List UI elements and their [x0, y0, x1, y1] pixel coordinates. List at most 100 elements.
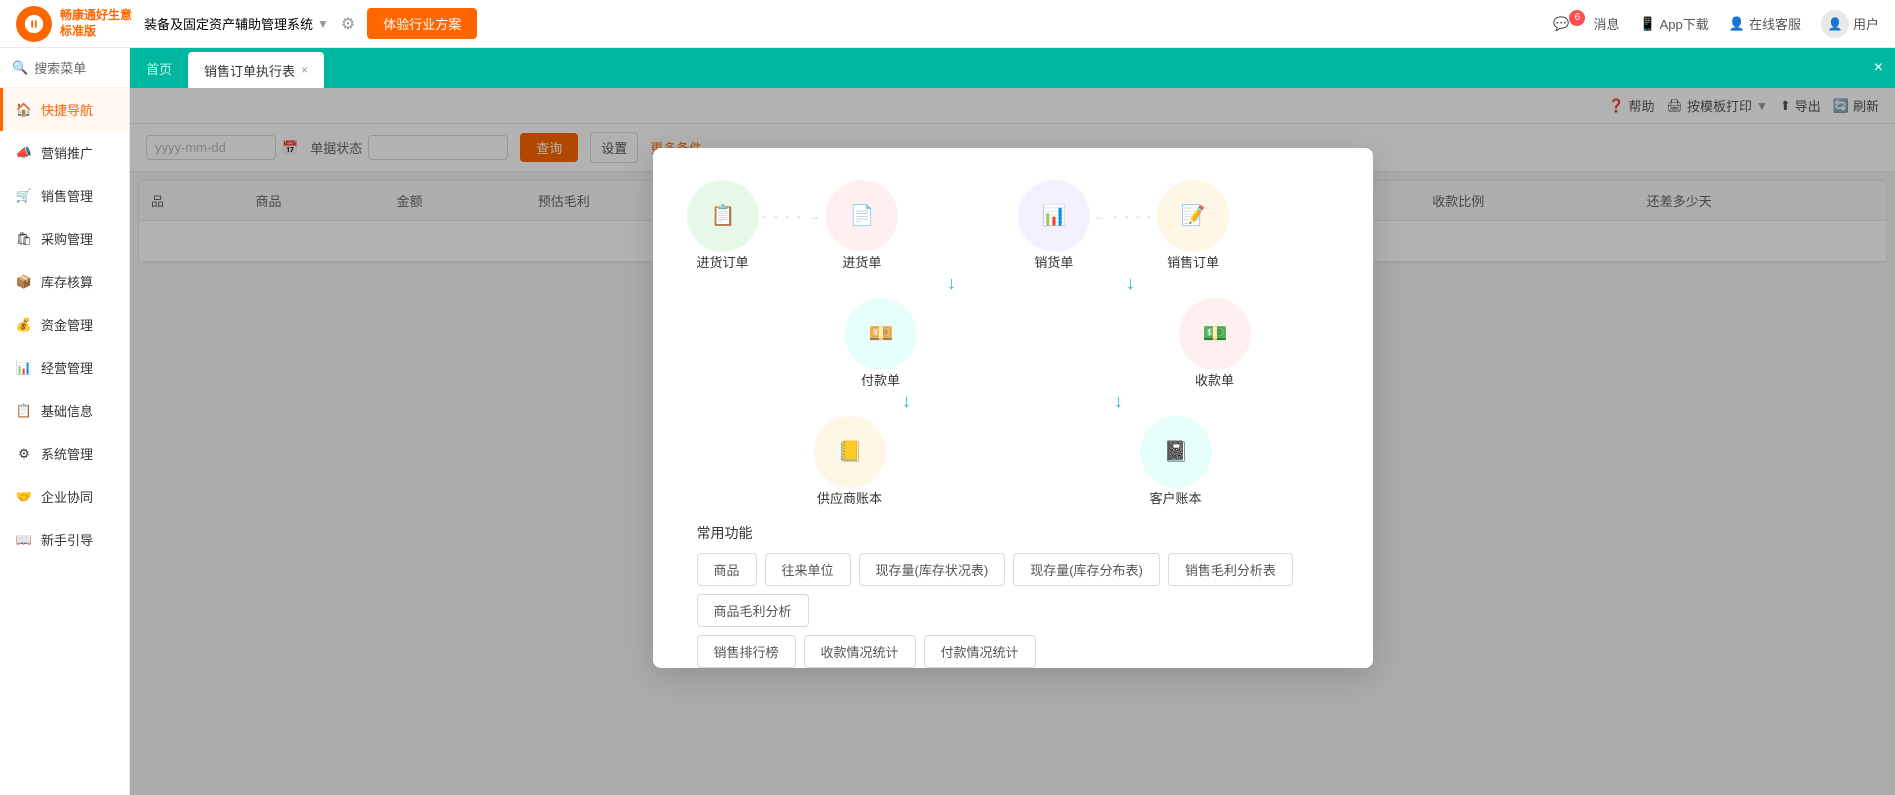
- func-btn-receipt-stats[interactable]: 收款情况统计: [804, 635, 916, 668]
- phone-icon: 📱: [1639, 16, 1655, 32]
- customer-ledger-label: 客户账本: [1149, 488, 1201, 507]
- title-dropdown-arrow: ▼: [317, 17, 329, 31]
- tab-sales-orders[interactable]: 销售订单执行表 ×: [188, 52, 324, 88]
- top-bar: 畅康通好生意 标准版 装备及固定资产辅助管理系统 ▼ ⚙ 体验行业方案 💬 6 …: [0, 0, 1895, 48]
- pb-down-arrow: ↓: [916, 273, 988, 294]
- svg-text:💵: 💵: [1202, 323, 1227, 345]
- svg-text:📊: 📊: [1041, 203, 1066, 227]
- func-buttons-row1: 商品 往来单位 现存量(库存状况表) 现存量(库存分布表) 销售毛利分析表 商品…: [697, 553, 1329, 627]
- arrow-so-sb: ← - - - -: [1094, 209, 1153, 223]
- common-func-title: 常用功能: [697, 523, 1329, 543]
- sidebar-item-operations[interactable]: 📊 经营管理: [0, 346, 129, 389]
- logo-area: 畅康通好生意 标准版: [16, 6, 132, 42]
- func-btn-stock-dist[interactable]: 现存量(库存分布表): [1013, 553, 1160, 586]
- purchase-order-node: 📋 进货订单: [687, 180, 759, 271]
- logo-text: 畅康通好生意 标准版: [60, 8, 132, 39]
- down-arrows-row2: ↓ ↓: [677, 389, 1349, 412]
- sidebar-item-marketing[interactable]: 📣 营销推广: [0, 131, 129, 174]
- sales-bill-circle[interactable]: 📊: [1018, 180, 1090, 252]
- sidebar-label-purchase: 采购管理: [41, 229, 93, 248]
- sales-bill-label: 销货单: [1034, 252, 1073, 271]
- settings-icon[interactable]: ⚙: [341, 14, 355, 34]
- svg-text:📒: 📒: [837, 440, 862, 463]
- sidebar-item-purchase[interactable]: 🛍 采购管理: [0, 217, 129, 260]
- sidebar-item-quick-nav[interactable]: 🏠 快捷导航: [0, 88, 129, 131]
- svg-text:📓: 📓: [1163, 440, 1188, 463]
- sidebar-item-guide[interactable]: 📖 新手引导: [0, 518, 129, 561]
- tab-close-icon[interactable]: ×: [301, 63, 308, 77]
- trial-button[interactable]: 体验行业方案: [367, 8, 477, 39]
- receipt-bill-circle[interactable]: 💵: [1179, 298, 1251, 370]
- func-btn-product[interactable]: 商品: [697, 553, 757, 586]
- supplier-ledger-circle[interactable]: 📒: [814, 416, 886, 488]
- func-btn-sales-margin[interactable]: 销售毛利分析表: [1168, 553, 1293, 586]
- guide-icon: 📖: [15, 531, 33, 549]
- sidebar-label-guide: 新手引导: [41, 530, 93, 549]
- tab-bar: 首页 销售订单执行表 × ×: [130, 48, 1895, 88]
- payment-bill-circle[interactable]: 💴: [845, 298, 917, 370]
- page-content: ❓ 帮助 🖨 按模板打印 ▼ ⬆ 导出 🔄 刷新: [130, 88, 1895, 795]
- sidebar-label-inventory: 库存核算: [41, 272, 93, 291]
- rec-down-arrow: ↓: [1083, 391, 1155, 412]
- func-btn-stock-status[interactable]: 现存量(库存状况表): [859, 553, 1006, 586]
- func-btn-payment-stats[interactable]: 付款情况统计: [924, 635, 1036, 668]
- sidebar-item-sales[interactable]: 🛒 销售管理: [0, 174, 129, 217]
- sidebar-item-collab[interactable]: 🤝 企业协同: [0, 475, 129, 518]
- message-label: 消息: [1593, 14, 1619, 33]
- payment-bill-label: 付款单: [861, 370, 900, 389]
- receipt-bill-label: 收款单: [1195, 370, 1234, 389]
- top-bar-right: 💬 6 消息 📱 App下载 👤 在线客服 👤 用户: [1553, 10, 1879, 38]
- supplier-ledger-node: 📒 供应商账本: [814, 416, 886, 507]
- message-icon: 💬: [1553, 16, 1569, 32]
- user-action[interactable]: 👤 用户: [1821, 10, 1879, 38]
- finance-icon: 💰: [15, 316, 33, 334]
- purchase-bill-node: 📄 进货单: [826, 180, 898, 271]
- tab-sales-orders-label: 销售订单执行表: [204, 61, 295, 80]
- sales-icon: 🛒: [15, 187, 33, 205]
- sidebar-item-finance[interactable]: 💰 资金管理: [0, 303, 129, 346]
- basic-info-icon: 📋: [15, 402, 33, 420]
- sidebar: 🔍 搜索菜单 🏠 快捷导航 📣 营销推广 🛒 销售管理 🛍 采购管理 📦: [0, 48, 130, 795]
- sidebar-item-inventory[interactable]: 📦 库存核算: [0, 260, 129, 303]
- purchase-order-circle[interactable]: 📋: [687, 180, 759, 252]
- sidebar-item-system[interactable]: ⚙ 系统管理: [0, 432, 129, 475]
- func-btn-partners[interactable]: 往来单位: [765, 553, 851, 586]
- func-btn-product-margin[interactable]: 商品毛利分析: [697, 594, 809, 627]
- message-action[interactable]: 💬 6 消息: [1553, 14, 1619, 33]
- row3: 📒 供应商账本: [677, 412, 1349, 507]
- search-menu[interactable]: 🔍 搜索菜单: [0, 48, 129, 88]
- content-area: 首页 销售订单执行表 × × ❓ 帮助 🖨 按: [130, 48, 1895, 795]
- marketing-icon: 📣: [15, 144, 33, 162]
- app-download-action[interactable]: 📱 App下载: [1639, 14, 1708, 33]
- sidebar-label-sales: 销售管理: [41, 186, 93, 205]
- purchase-bill-label: 进货单: [842, 252, 881, 271]
- user-avatar: 👤: [1821, 10, 1849, 38]
- top-bar-left: 畅康通好生意 标准版 装备及固定资产辅助管理系统 ▼ ⚙ 体验行业方案: [16, 6, 477, 42]
- svg-text:📋: 📋: [710, 203, 735, 227]
- purchase-bill-circle[interactable]: 📄: [826, 180, 898, 252]
- online-service-action[interactable]: 👤 在线客服: [1729, 14, 1801, 33]
- func-btn-sales-rank[interactable]: 销售排行榜: [697, 635, 796, 668]
- app-logo-icon: [16, 6, 52, 42]
- common-functions: 常用功能 商品 往来单位 现存量(库存状况表) 现存量(库存分布表) 销售毛利分…: [677, 523, 1349, 668]
- payment-bill-node: 💴 付款单: [845, 298, 917, 389]
- sales-order-circle[interactable]: 📝: [1157, 180, 1229, 252]
- sidebar-label-operations: 经营管理: [41, 358, 93, 377]
- supplier-ledger-label: 供应商账本: [817, 488, 882, 507]
- sidebar-label-quick-nav: 快捷导航: [41, 100, 93, 119]
- sidebar-label-basic-info: 基础信息: [41, 401, 93, 420]
- system-title: 装备及固定资产辅助管理系统: [144, 14, 313, 33]
- modal-overlay: 📋 进货订单 - - - - →: [130, 88, 1895, 795]
- customer-ledger-circle[interactable]: 📓: [1140, 416, 1212, 488]
- quick-nav-modal: 📋 进货订单 - - - - →: [653, 148, 1373, 668]
- online-service-label: 在线客服: [1749, 14, 1801, 33]
- system-title-dropdown[interactable]: 装备及固定资产辅助管理系统 ▼: [144, 14, 329, 33]
- sidebar-item-basic-info[interactable]: 📋 基础信息: [0, 389, 129, 432]
- tab-bar-close-btn[interactable]: ×: [1874, 59, 1883, 77]
- arrow-po-pb: - - - - →: [763, 209, 822, 223]
- tab-home[interactable]: 首页: [130, 48, 188, 88]
- search-menu-label: 搜索菜单: [34, 58, 86, 77]
- flow-diagram: 📋 进货订单 - - - - →: [677, 172, 1349, 507]
- message-badge: 6: [1569, 10, 1585, 26]
- purchase-icon: 🛍: [15, 230, 33, 248]
